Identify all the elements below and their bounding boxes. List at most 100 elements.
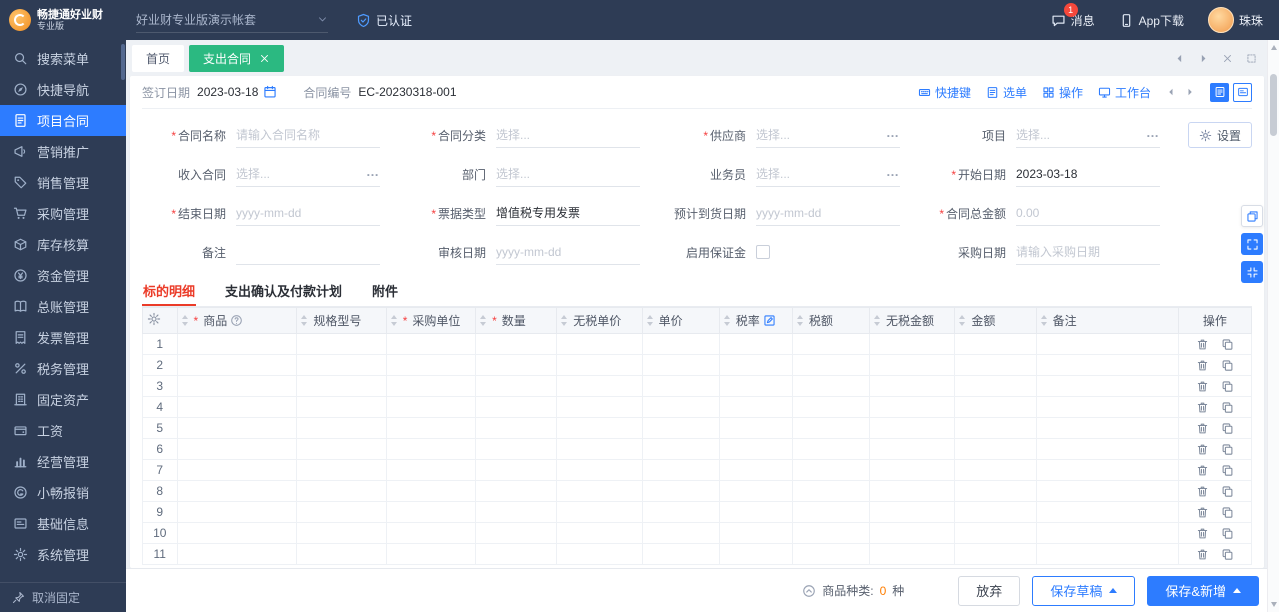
column-header-4[interactable]: * 数量 — [475, 307, 558, 334]
unpin-sidebar-button[interactable]: 取消固定 — [0, 582, 126, 612]
list-view-toggle[interactable] — [1210, 82, 1229, 102]
empty-cell[interactable] — [475, 543, 558, 565]
empty-cell[interactable] — [176, 480, 298, 502]
prev-record-icon[interactable] — [1166, 87, 1176, 97]
doc-tool-1[interactable]: 快捷键 — [918, 84, 971, 101]
delete-row-icon[interactable] — [1196, 464, 1209, 477]
empty-cell[interactable] — [718, 333, 793, 355]
save-and-new-button[interactable]: 保存&新增 — [1147, 575, 1259, 606]
checkbox[interactable] — [756, 245, 770, 259]
sidebar-item-5[interactable]: 销售管理 — [0, 167, 126, 198]
sort-icon[interactable] — [874, 315, 881, 326]
sort-icon[interactable] — [796, 315, 804, 326]
sidebar-item-4[interactable]: 营销推广 — [0, 136, 126, 167]
user-menu[interactable]: 珠珠 — [1207, 7, 1263, 33]
delete-row-icon[interactable] — [1196, 443, 1209, 456]
empty-cell[interactable] — [176, 438, 298, 460]
field-input[interactable]: 选择... — [496, 122, 640, 148]
save-draft-button[interactable]: 保存草稿 — [1032, 575, 1136, 606]
fullscreen-button[interactable] — [1241, 233, 1263, 255]
sidebar-item-12[interactable]: 固定资产 — [0, 384, 126, 415]
empty-cell[interactable] — [556, 522, 643, 544]
empty-cell[interactable] — [1035, 438, 1179, 460]
empty-cell[interactable] — [296, 333, 387, 355]
empty-cell[interactable] — [718, 396, 793, 418]
empty-cell[interactable] — [385, 375, 477, 397]
empty-cell[interactable] — [296, 459, 387, 481]
empty-cell[interactable] — [954, 543, 1037, 565]
empty-cell[interactable] — [954, 417, 1037, 439]
sort-icon[interactable] — [181, 315, 189, 326]
empty-cell[interactable] — [296, 522, 387, 544]
ellipsis-icon[interactable]: … — [886, 164, 900, 184]
field-input[interactable] — [236, 239, 380, 265]
settings-button[interactable]: 设置 — [1187, 122, 1252, 148]
empty-cell[interactable] — [475, 396, 558, 418]
empty-cell[interactable] — [475, 375, 558, 397]
delete-row-icon[interactable] — [1196, 506, 1209, 519]
delete-row-icon[interactable] — [1196, 380, 1209, 393]
column-header-3[interactable]: * 采购单位 — [385, 307, 477, 334]
empty-cell[interactable] — [791, 501, 871, 523]
empty-cell[interactable] — [869, 480, 956, 502]
quick-window-button[interactable] — [1241, 205, 1263, 227]
empty-cell[interactable] — [1035, 375, 1179, 397]
column-header-6[interactable]: 单价 — [641, 307, 720, 334]
empty-cell[interactable] — [718, 522, 793, 544]
empty-cell[interactable] — [718, 480, 793, 502]
empty-cell[interactable] — [791, 480, 871, 502]
sort-icon[interactable] — [723, 315, 731, 326]
delete-row-icon[interactable] — [1196, 401, 1209, 414]
empty-cell[interactable] — [869, 459, 956, 481]
empty-cell[interactable] — [1035, 417, 1179, 439]
delete-row-icon[interactable] — [1196, 548, 1209, 561]
column-header-7[interactable]: 税率 — [718, 307, 793, 334]
delete-row-icon[interactable] — [1196, 422, 1209, 435]
empty-cell[interactable] — [791, 354, 871, 376]
empty-cell[interactable] — [1035, 501, 1179, 523]
empty-cell[interactable] — [176, 459, 298, 481]
empty-cell[interactable] — [385, 522, 477, 544]
empty-cell[interactable] — [791, 396, 871, 418]
field-input[interactable]: 请输入采购日期 — [1016, 239, 1160, 265]
empty-cell[interactable] — [869, 333, 956, 355]
empty-cell[interactable] — [869, 501, 956, 523]
field-input[interactable]: 选择...… — [756, 161, 900, 187]
tab-expense-contract[interactable]: 支出合同 — [189, 44, 285, 72]
empty-cell[interactable] — [718, 438, 793, 460]
calendar-icon[interactable] — [263, 85, 277, 99]
empty-cell[interactable] — [176, 333, 298, 355]
empty-cell[interactable] — [385, 501, 477, 523]
empty-cell[interactable] — [954, 522, 1037, 544]
field-input[interactable]: 选择...… — [1016, 122, 1160, 148]
empty-cell[interactable] — [1035, 480, 1179, 502]
empty-cell[interactable] — [641, 501, 720, 523]
sort-icon[interactable] — [959, 315, 966, 326]
column-header-10[interactable]: 金额 — [954, 307, 1037, 334]
empty-cell[interactable] — [296, 543, 387, 565]
empty-cell[interactable] — [869, 396, 956, 418]
copy-row-icon[interactable] — [1221, 401, 1234, 414]
empty-cell[interactable] — [475, 459, 558, 481]
batch-edit-icon[interactable] — [763, 314, 776, 327]
tab-home[interactable]: 首页 — [132, 44, 185, 72]
field-input[interactable]: 请输入合同名称 — [236, 122, 380, 148]
empty-cell[interactable] — [718, 375, 793, 397]
sort-icon[interactable] — [301, 315, 308, 326]
empty-cell[interactable] — [791, 459, 871, 481]
sort-icon[interactable] — [1040, 315, 1048, 326]
empty-cell[interactable] — [176, 543, 298, 565]
empty-cell[interactable] — [296, 438, 387, 460]
empty-cell[interactable] — [296, 501, 387, 523]
field-input[interactable]: yyyy-mm-dd — [236, 200, 380, 226]
field-input[interactable]: yyyy-mm-dd — [496, 239, 640, 265]
detail-tab-2[interactable]: 支出确认及付款计划 — [224, 276, 343, 306]
empty-cell[interactable] — [1035, 333, 1179, 355]
field-input[interactable]: 0.00 — [1016, 200, 1160, 226]
help-icon[interactable] — [230, 314, 243, 327]
scroll-up-icon[interactable] — [1271, 45, 1277, 50]
empty-cell[interactable] — [954, 333, 1037, 355]
empty-cell[interactable] — [869, 375, 956, 397]
messages-button[interactable]: 消息 1 — [1051, 2, 1095, 29]
sidebar-item-10[interactable]: 发票管理 — [0, 322, 126, 353]
